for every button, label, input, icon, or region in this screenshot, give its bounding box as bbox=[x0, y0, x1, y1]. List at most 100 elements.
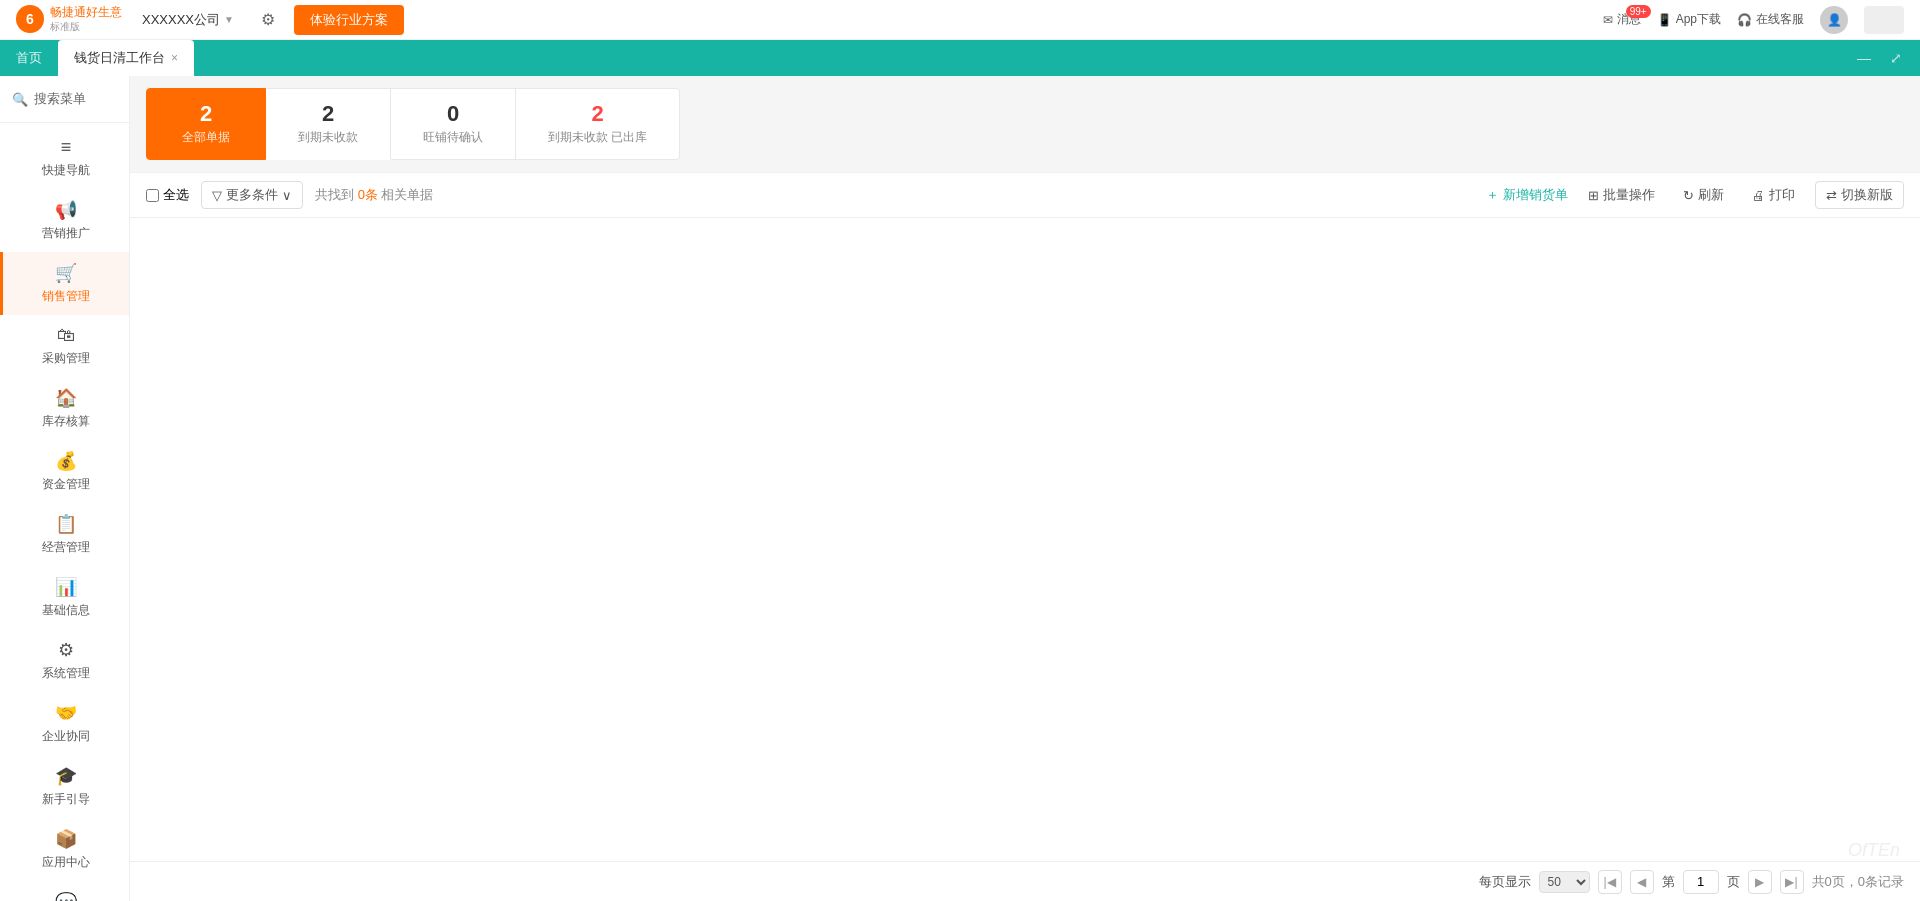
message-icon: ✉ bbox=[1603, 13, 1613, 27]
header-right: ✉ 消息 99+ 📱 App下载 🎧 在线客服 👤 bbox=[1603, 6, 1904, 34]
select-all-input[interactable] bbox=[146, 189, 159, 202]
header-left: 6 畅捷通好生意 标准版 XXXXXX公司 ▼ ⚙ 体验行业方案 bbox=[16, 5, 404, 35]
sidebar-label-zijin: 资金管理 bbox=[42, 476, 90, 493]
stats-bar: 2 全部单据 2 到期未收款 0 旺铺待确认 2 到期未收款 已出库 bbox=[130, 76, 1920, 172]
batch-icon: ⊞ bbox=[1588, 188, 1599, 203]
caigou-icon: 🛍 bbox=[57, 325, 75, 346]
app-download-button[interactable]: 📱 App下载 bbox=[1657, 11, 1721, 28]
stat-card-overdue[interactable]: 2 到期未收款 bbox=[266, 88, 391, 160]
sidebar-item-zijinguanli[interactable]: 💰 资金管理 bbox=[0, 440, 129, 503]
yingyong-icon: 📦 bbox=[55, 828, 77, 850]
page-label-di: 第 bbox=[1662, 873, 1675, 891]
sidebar-label-jichu: 基础信息 bbox=[42, 602, 90, 619]
avatar[interactable]: 👤 bbox=[1820, 6, 1848, 34]
experience-button[interactable]: 体验行业方案 bbox=[294, 5, 404, 35]
message-button[interactable]: ✉ 消息 99+ bbox=[1603, 11, 1641, 28]
stat-card-all[interactable]: 2 全部单据 bbox=[146, 88, 266, 160]
online-service-button[interactable]: 🎧 在线客服 bbox=[1737, 11, 1804, 28]
xinshou-icon: 🎓 bbox=[55, 765, 77, 787]
found-text: 共找到 0条 相关单据 bbox=[315, 186, 433, 204]
company-dropdown-icon: ▼ bbox=[224, 14, 234, 25]
toolbar-left: 全选 ▽ 更多条件 ∨ 共找到 0条 相关单据 bbox=[146, 181, 433, 209]
page-first-button[interactable]: |◀ bbox=[1598, 870, 1622, 894]
sidebar-label-jingying: 经营管理 bbox=[42, 539, 90, 556]
sidebar-label-caigou: 采购管理 bbox=[42, 350, 90, 367]
refresh-button[interactable]: ↻ 刷新 bbox=[1675, 182, 1732, 208]
stat-card-wangpu[interactable]: 0 旺铺待确认 bbox=[391, 88, 516, 160]
page-last-button[interactable]: ▶| bbox=[1780, 870, 1804, 894]
content-area: 2 全部单据 2 到期未收款 0 旺铺待确认 2 到期未收款 已出库 全选 bbox=[130, 76, 1920, 901]
page-next-button[interactable]: ▶ bbox=[1748, 870, 1772, 894]
add-order-button[interactable]: ＋ 新增销货单 bbox=[1486, 186, 1568, 204]
logo-sub: 标准版 bbox=[50, 20, 122, 34]
page-prev-button[interactable]: ◀ bbox=[1630, 870, 1654, 894]
sidebar-search[interactable]: 🔍 搜索菜单 bbox=[0, 84, 129, 114]
sidebar-item-qiyexietong[interactable]: 🤝 企业协同 bbox=[0, 692, 129, 755]
sidebar-item-jingyingguanli[interactable]: 📋 经营管理 bbox=[0, 503, 129, 566]
sidebar-label-xitong: 系统管理 bbox=[42, 665, 90, 682]
logo-area: 6 畅捷通好生意 标准版 bbox=[16, 5, 122, 33]
batch-operation-button[interactable]: ⊞ 批量操作 bbox=[1580, 182, 1663, 208]
app-download-label: App下载 bbox=[1676, 11, 1721, 28]
table-empty-state bbox=[130, 218, 1920, 861]
per-page-label: 每页显示 bbox=[1479, 873, 1531, 891]
switch-icon: ⇄ bbox=[1826, 188, 1837, 203]
sidebar-label-yingxiao: 营销推广 bbox=[42, 225, 90, 242]
sidebar-item-xinshouyindao[interactable]: 🎓 新手引导 bbox=[0, 755, 129, 818]
tab-minimize-icon[interactable]: — bbox=[1852, 46, 1876, 70]
sidebar-item-xitongguanli[interactable]: ⚙ 系统管理 bbox=[0, 629, 129, 692]
select-all-checkbox[interactable]: 全选 bbox=[146, 186, 189, 204]
tab-qianhuoriqing-label: 钱货日清工作台 bbox=[74, 49, 165, 67]
weixin-icon: 💬 bbox=[55, 891, 77, 901]
kucun-icon: 🏠 bbox=[55, 387, 77, 409]
print-button[interactable]: 🖨 打印 bbox=[1744, 182, 1803, 208]
sidebar-item-kuaijiedaohang[interactable]: ≡ 快捷导航 bbox=[0, 127, 129, 189]
print-icon: 🖨 bbox=[1752, 188, 1765, 203]
stat-number-overdue-shipped: 2 bbox=[592, 101, 604, 127]
tab-close-icon[interactable]: × bbox=[171, 51, 178, 65]
filter-icon: ▽ bbox=[212, 188, 222, 203]
sidebar-item-kucunhesuan[interactable]: 🏠 库存核算 bbox=[0, 377, 129, 440]
found-prefix: 共找到 bbox=[315, 187, 354, 202]
stat-card-overdue-shipped[interactable]: 2 到期未收款 已出库 bbox=[516, 88, 680, 160]
batch-label: 批量操作 bbox=[1603, 186, 1655, 204]
company-selector[interactable]: XXXXXX公司 ▼ bbox=[134, 7, 242, 33]
page-input[interactable] bbox=[1683, 870, 1719, 894]
sidebar-item-caigouguanli[interactable]: 🛍 采购管理 bbox=[0, 315, 129, 377]
stat-number-overdue: 2 bbox=[322, 101, 334, 127]
toolbar: 全选 ▽ 更多条件 ∨ 共找到 0条 相关单据 ＋ 新增销货单 bbox=[130, 173, 1920, 218]
kuaijie-icon: ≡ bbox=[61, 137, 72, 158]
sidebar-item-xiaoshouguanli[interactable]: 🛒 销售管理 bbox=[0, 252, 129, 315]
tab-qianhuoriqing[interactable]: 钱货日清工作台 × bbox=[58, 40, 194, 76]
sidebar-item-jichuxinxi[interactable]: 📊 基础信息 bbox=[0, 566, 129, 629]
sidebar-item-yingyongzhongxin[interactable]: 📦 应用中心 bbox=[0, 818, 129, 881]
filter-button[interactable]: ▽ 更多条件 ∨ bbox=[201, 181, 303, 209]
found-suffix: 相关单据 bbox=[381, 187, 433, 202]
sidebar-item-qiyeweixin[interactable]: 💬 企业微信 bbox=[0, 881, 129, 901]
nav-tabs: 首页 钱货日清工作台 × — ⤢ bbox=[0, 40, 1920, 76]
per-page-select[interactable]: 50 100 200 bbox=[1539, 871, 1590, 893]
tab-actions: — ⤢ bbox=[1852, 46, 1920, 70]
add-icon: ＋ bbox=[1486, 186, 1499, 204]
sidebar-label-yingyong: 应用中心 bbox=[42, 854, 90, 871]
xitong-icon: ⚙ bbox=[58, 639, 74, 661]
jingying-icon: 📋 bbox=[55, 513, 77, 535]
gear-button[interactable]: ⚙ bbox=[254, 6, 282, 34]
filter-label: 更多条件 bbox=[226, 186, 278, 204]
stat-number-all: 2 bbox=[200, 101, 212, 127]
online-service-icon: 🎧 bbox=[1737, 13, 1752, 27]
tab-expand-icon[interactable]: ⤢ bbox=[1884, 46, 1908, 70]
sidebar-item-yingxiaotuiguang[interactable]: 📢 营销推广 bbox=[0, 189, 129, 252]
stat-label-all: 全部单据 bbox=[182, 129, 230, 146]
user-menu[interactable] bbox=[1864, 6, 1904, 34]
refresh-label: 刷新 bbox=[1698, 186, 1724, 204]
company-name: XXXXXX公司 bbox=[142, 11, 220, 29]
logo-text-group: 畅捷通好生意 标准版 bbox=[50, 5, 122, 33]
switch-version-button[interactable]: ⇄ 切换新版 bbox=[1815, 181, 1904, 209]
print-label: 打印 bbox=[1769, 186, 1795, 204]
stat-label-overdue-shipped: 到期未收款 已出库 bbox=[548, 129, 647, 146]
page-label-ye: 页 bbox=[1727, 873, 1740, 891]
sidebar-label-kucun: 库存核算 bbox=[42, 413, 90, 430]
tab-home[interactable]: 首页 bbox=[0, 40, 58, 76]
sidebar-label-xietong: 企业协同 bbox=[42, 728, 90, 745]
